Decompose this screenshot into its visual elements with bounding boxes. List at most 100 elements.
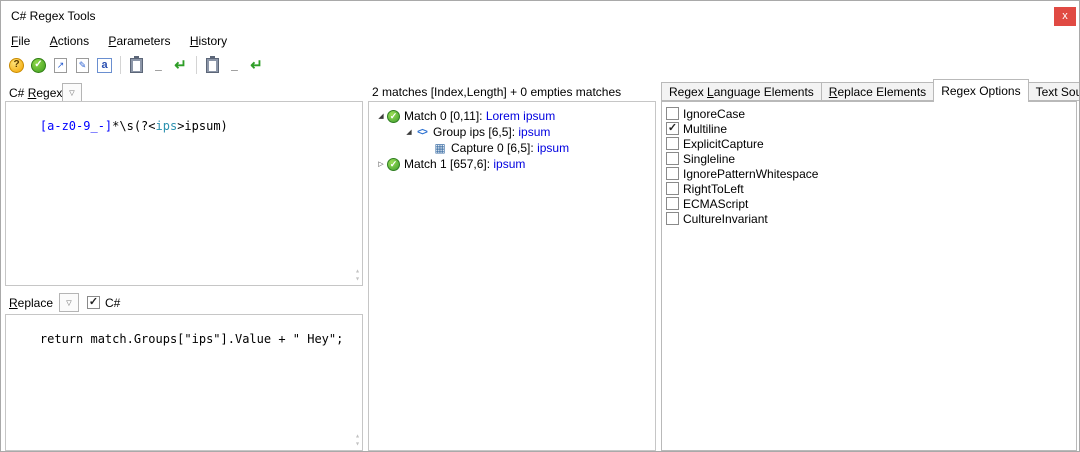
- text-source-button[interactable]: a: [95, 56, 114, 75]
- tree-row-match-1[interactable]: ▷ ✓ Match 1 [657,6]: ipsum: [375, 156, 655, 172]
- checkbox[interactable]: [666, 182, 679, 195]
- run-button[interactable]: ✓: [29, 56, 48, 75]
- scroll-down-icon[interactable]: ▾: [355, 440, 360, 448]
- csharp-checkbox-label: C#: [105, 296, 120, 310]
- regex-label: C# Regex: [9, 86, 62, 100]
- match-check-icon: ✓: [387, 158, 400, 171]
- copy-button[interactable]: ↗: [51, 56, 70, 75]
- tree-row-label: Group ips [6,5]:: [433, 125, 518, 139]
- option-ignorepatternwhitespace[interactable]: IgnorePatternWhitespace: [666, 166, 1076, 181]
- checkbox-checked[interactable]: ✓: [666, 122, 679, 135]
- option-multiline[interactable]: ✓ Multiline: [666, 121, 1076, 136]
- tab-replace-elements[interactable]: Replace Elements: [821, 82, 934, 101]
- tab-text-source[interactable]: Text Source: [1028, 82, 1080, 101]
- text-icon: a: [97, 58, 112, 73]
- check-icon: ✓: [89, 297, 98, 308]
- option-explicitcapture[interactable]: ExplicitCapture: [666, 136, 1076, 151]
- checkbox[interactable]: [666, 167, 679, 180]
- help-icon: ?: [9, 58, 24, 73]
- tree-row-match-0[interactable]: ◢ ✓ Match 0 [0,11]: Lorem ipsum: [375, 108, 655, 124]
- tree-row-value: ipsum: [493, 157, 525, 171]
- newline-regex-button[interactable]: ↵: [171, 56, 190, 75]
- option-label: ECMAScript: [683, 197, 748, 211]
- replace-content: return match.Groups["ips"].Value + " Hey…: [40, 332, 343, 346]
- toolbar: ? ✓ ↗ ✎ a _ ↵ _ ↵: [1, 52, 1079, 78]
- option-righttoleft[interactable]: RightToLeft: [666, 181, 1076, 196]
- clipboard-icon: [206, 58, 219, 73]
- chevron-down-icon: ▽: [66, 299, 71, 307]
- window-title: C# Regex Tools: [11, 9, 96, 23]
- option-label: IgnoreCase: [683, 107, 745, 121]
- option-ignorecase[interactable]: IgnoreCase: [666, 106, 1076, 121]
- title-bar: C# Regex Tools x: [1, 1, 1079, 31]
- close-button[interactable]: x: [1054, 7, 1076, 26]
- expander-icon[interactable]: ◢: [403, 128, 415, 136]
- clipboard-icon: [130, 58, 143, 73]
- option-cultureinvariant[interactable]: CultureInvariant: [666, 211, 1076, 226]
- newline-replace-button[interactable]: ↵: [247, 56, 266, 75]
- app-window: C# Regex Tools x File Actions Parameters…: [0, 0, 1080, 452]
- option-label: Multiline: [683, 122, 727, 136]
- option-ecmascript[interactable]: ECMAScript: [666, 196, 1076, 211]
- replace-history-dropdown[interactable]: ▽: [59, 293, 79, 312]
- help-button[interactable]: ?: [7, 56, 26, 75]
- tab-strip: Regex Language Elements Replace Elements…: [661, 80, 1080, 101]
- copy-icon: ↗: [54, 58, 67, 73]
- tab-regex-language-elements[interactable]: Regex Language Elements: [661, 82, 822, 101]
- option-label: IgnorePatternWhitespace: [683, 167, 818, 181]
- match-check-icon: ✓: [387, 110, 400, 123]
- chevron-down-icon: ▽: [69, 89, 74, 97]
- underscore-icon: _: [155, 58, 162, 72]
- replace-input[interactable]: return match.Groups["ips"].Value + " Hey…: [5, 314, 363, 451]
- option-label: RightToLeft: [683, 182, 744, 196]
- regex-options-panel: IgnoreCase ✓ Multiline ExplicitCapture S…: [661, 101, 1077, 451]
- option-singleline[interactable]: Singleline: [666, 151, 1076, 166]
- checkbox[interactable]: [666, 152, 679, 165]
- option-label: CultureInvariant: [683, 212, 768, 226]
- tab-regex-options[interactable]: Regex Options: [933, 79, 1028, 102]
- menu-bar: File Actions Parameters History: [3, 31, 1079, 52]
- return-arrow-icon: ↵: [174, 58, 187, 73]
- tree-row-label: Match 1 [657,6]:: [404, 157, 493, 171]
- check-icon: ✓: [31, 58, 46, 73]
- checkbox[interactable]: [666, 107, 679, 120]
- toolbar-separator: [196, 56, 197, 74]
- close-icon: x: [1062, 10, 1068, 22]
- matches-summary: 2 matches [Index,Length] + 0 empties mat…: [372, 85, 621, 99]
- group-brackets-icon: <>: [415, 127, 429, 138]
- tree-row-value: ipsum: [518, 125, 550, 139]
- tree-row-capture-0[interactable]: ▦ Capture 0 [6,5]: ipsum: [421, 140, 655, 156]
- option-label: ExplicitCapture: [683, 137, 764, 151]
- menu-parameters[interactable]: Parameters: [100, 31, 178, 51]
- toolbar-separator: [120, 56, 121, 74]
- edit-document-icon: ✎: [76, 58, 89, 73]
- space-replace-button[interactable]: _: [225, 56, 244, 75]
- menu-actions[interactable]: Actions: [42, 31, 97, 51]
- paste-regex-button[interactable]: [127, 56, 146, 75]
- checkbox[interactable]: [666, 212, 679, 225]
- regex-segment: >ipsum): [177, 119, 228, 133]
- menu-file[interactable]: File: [3, 31, 38, 51]
- regex-segment: *\s(?<: [112, 119, 155, 133]
- tree-row-label: Capture 0 [6,5]:: [451, 141, 537, 155]
- edit-document-button[interactable]: ✎: [73, 56, 92, 75]
- regex-history-dropdown[interactable]: ▽: [62, 83, 82, 102]
- expander-icon[interactable]: ◢: [375, 112, 387, 120]
- capture-grid-icon: ▦: [433, 142, 447, 154]
- replace-label: Replace: [9, 296, 53, 310]
- paste-replace-button[interactable]: [203, 56, 222, 75]
- checkbox[interactable]: [666, 137, 679, 150]
- regex-input[interactable]: [a-z0-9_-]*\s(?<ips>ipsum) ▴ ▾: [5, 101, 363, 286]
- option-label: Singleline: [683, 152, 735, 166]
- scroll-down-icon[interactable]: ▾: [355, 275, 360, 283]
- csharp-replace-checkbox[interactable]: ✓: [87, 296, 100, 309]
- expander-icon[interactable]: ▷: [375, 160, 387, 168]
- return-arrow-icon: ↵: [250, 58, 263, 73]
- tree-row-value: Lorem ipsum: [486, 109, 555, 123]
- checkbox[interactable]: [666, 197, 679, 210]
- space-regex-button[interactable]: _: [149, 56, 168, 75]
- matches-tree: ◢ ✓ Match 0 [0,11]: Lorem ipsum ◢ <> Gro…: [368, 101, 656, 451]
- menu-history[interactable]: History: [182, 31, 235, 51]
- tree-row-value: ipsum: [537, 141, 569, 155]
- tree-row-group-ips[interactable]: ◢ <> Group ips [6,5]: ipsum: [403, 124, 655, 140]
